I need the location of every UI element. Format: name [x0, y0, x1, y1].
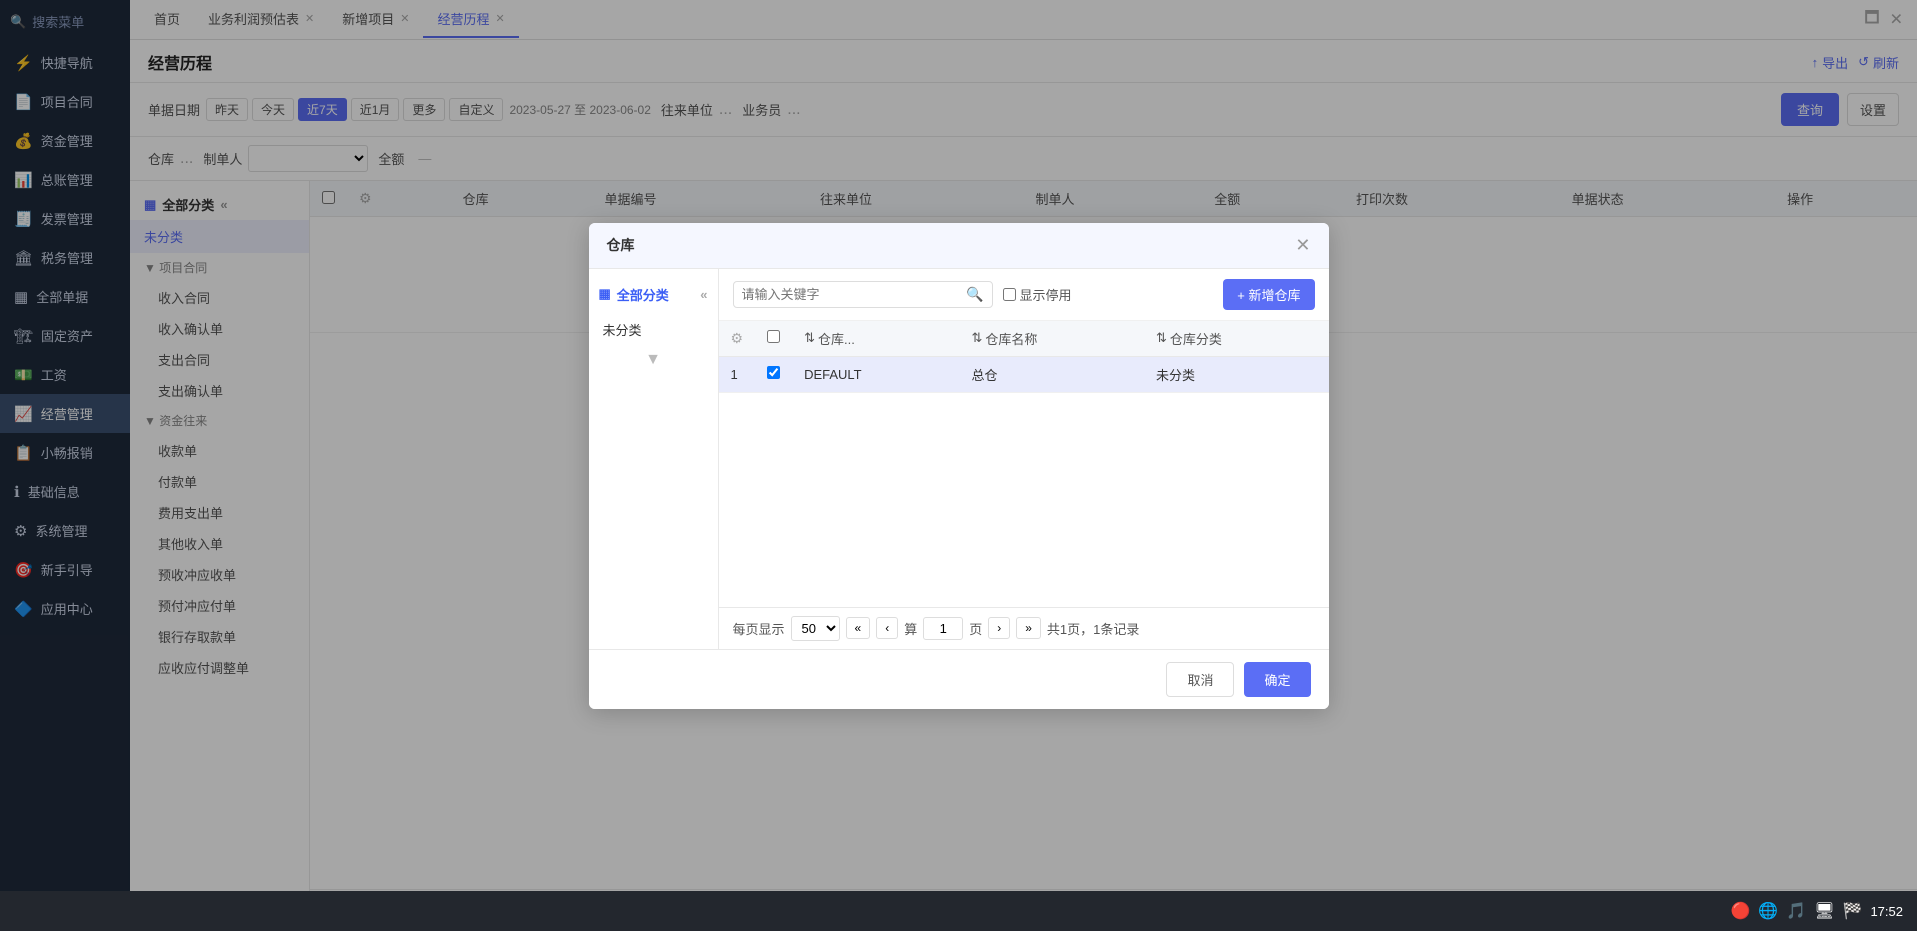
modal-table-row[interactable]: 1 DEFAULT 总仓 未分类 — [719, 356, 1329, 392]
modal-table: ⚙ ⇅ 仓库... — [719, 321, 1329, 393]
taskbar-time: 17:52 — [1870, 904, 1903, 919]
modal-body: ▦ 全部分类 « 未分类 ▼ 🔍 — [589, 269, 1329, 649]
modal-total-records: 共1页，1条记录 — [1047, 619, 1139, 638]
modal-left-panel: ▦ 全部分类 « 未分类 ▼ — [589, 269, 719, 649]
taskbar: 🔴 🌐 🎵 🖥 🏁 17:52 — [0, 891, 1917, 931]
modal-per-page-select[interactable]: 50 — [791, 616, 840, 641]
modal-collapse-icon[interactable]: « — [700, 287, 707, 302]
show-disabled-text: 显示停用 — [1020, 285, 1072, 304]
modal-search-wrap: 🔍 — [733, 281, 993, 308]
taskbar-icon-4[interactable]: 🖥 — [1814, 901, 1834, 921]
modal-th-checkbox — [755, 321, 792, 357]
row-checkbox[interactable] — [767, 366, 780, 379]
modal-sort-icon: ⇅ — [804, 330, 815, 346]
modal-search-input[interactable] — [742, 287, 967, 302]
modal-last-page[interactable]: » — [1016, 617, 1041, 639]
cancel-button[interactable]: 取消 — [1166, 662, 1234, 697]
modal-sort-icon3: ⇅ — [1156, 330, 1167, 346]
modal-uncategorized-label: 未分类 — [603, 323, 642, 338]
modal-gear-icon[interactable]: ⚙ — [731, 330, 744, 346]
show-disabled-checkbox[interactable] — [1003, 288, 1016, 301]
modal-grid-icon: ▦ — [599, 286, 611, 302]
modal-prev-page[interactable]: ‹ — [876, 617, 898, 639]
modal-page-suffix: 页 — [969, 619, 982, 638]
modal-page-input[interactable] — [923, 617, 963, 640]
modal-th-settings: ⚙ — [719, 321, 756, 357]
modal-per-page-label: 每页显示 — [733, 619, 785, 638]
show-disabled-label[interactable]: 显示停用 — [1003, 285, 1072, 304]
row-name: 总仓 — [959, 356, 1144, 392]
modal-next-page[interactable]: › — [988, 617, 1010, 639]
row-code: DEFAULT — [792, 356, 959, 392]
modal-uncategorized[interactable]: 未分类 — [589, 312, 718, 347]
row-checkbox-cell — [755, 356, 792, 392]
modal-th-name: ⇅ 仓库名称 — [959, 321, 1144, 357]
row-index: 1 — [719, 356, 756, 392]
modal-title: 仓库 — [607, 235, 635, 255]
taskbar-icon-5[interactable]: 🏁 — [1843, 901, 1863, 921]
modal-footer: 取消 确定 — [589, 649, 1329, 709]
modal-scroll-down[interactable]: ▼ — [589, 347, 718, 373]
confirm-button[interactable]: 确定 — [1244, 662, 1310, 697]
modal-search-icon: 🔍 — [966, 286, 983, 303]
modal-th-code: ⇅ 仓库... — [792, 321, 959, 357]
taskbar-icon-2[interactable]: 🌐 — [1758, 901, 1778, 921]
modal-page-label: 算 — [904, 619, 917, 638]
modal-sort-icon2: ⇅ — [971, 330, 982, 346]
modal-header: 仓库 ✕ — [589, 223, 1329, 269]
modal-table-wrap: ⚙ ⇅ 仓库... — [719, 321, 1329, 607]
modal-pagination: 每页显示 50 « ‹ 算 页 › » 共1页，1条记录 — [719, 607, 1329, 649]
modal-select-all[interactable] — [767, 330, 780, 343]
modal-th-category: ⇅ 仓库分类 — [1144, 321, 1329, 357]
modal-overlay: 仓库 ✕ ▦ 全部分类 « 未分类 ▼ — [0, 0, 1917, 931]
modal-close-icon[interactable]: ✕ — [1295, 235, 1310, 256]
modal-all-label: 全部分类 — [617, 285, 669, 304]
taskbar-icon-1[interactable]: 🔴 — [1730, 901, 1750, 921]
row-category: 未分类 — [1144, 356, 1329, 392]
modal-left-all[interactable]: ▦ 全部分类 « — [589, 277, 718, 312]
taskbar-icon-3[interactable]: 🎵 — [1786, 901, 1806, 921]
warehouse-modal: 仓库 ✕ ▦ 全部分类 « 未分类 ▼ — [589, 223, 1329, 709]
modal-first-page[interactable]: « — [846, 617, 871, 639]
add-warehouse-button[interactable]: + 新增仓库 — [1223, 279, 1314, 310]
modal-toolbar: 🔍 显示停用 + 新增仓库 — [719, 269, 1329, 321]
modal-right-panel: 🔍 显示停用 + 新增仓库 ⚙ — [719, 269, 1329, 649]
